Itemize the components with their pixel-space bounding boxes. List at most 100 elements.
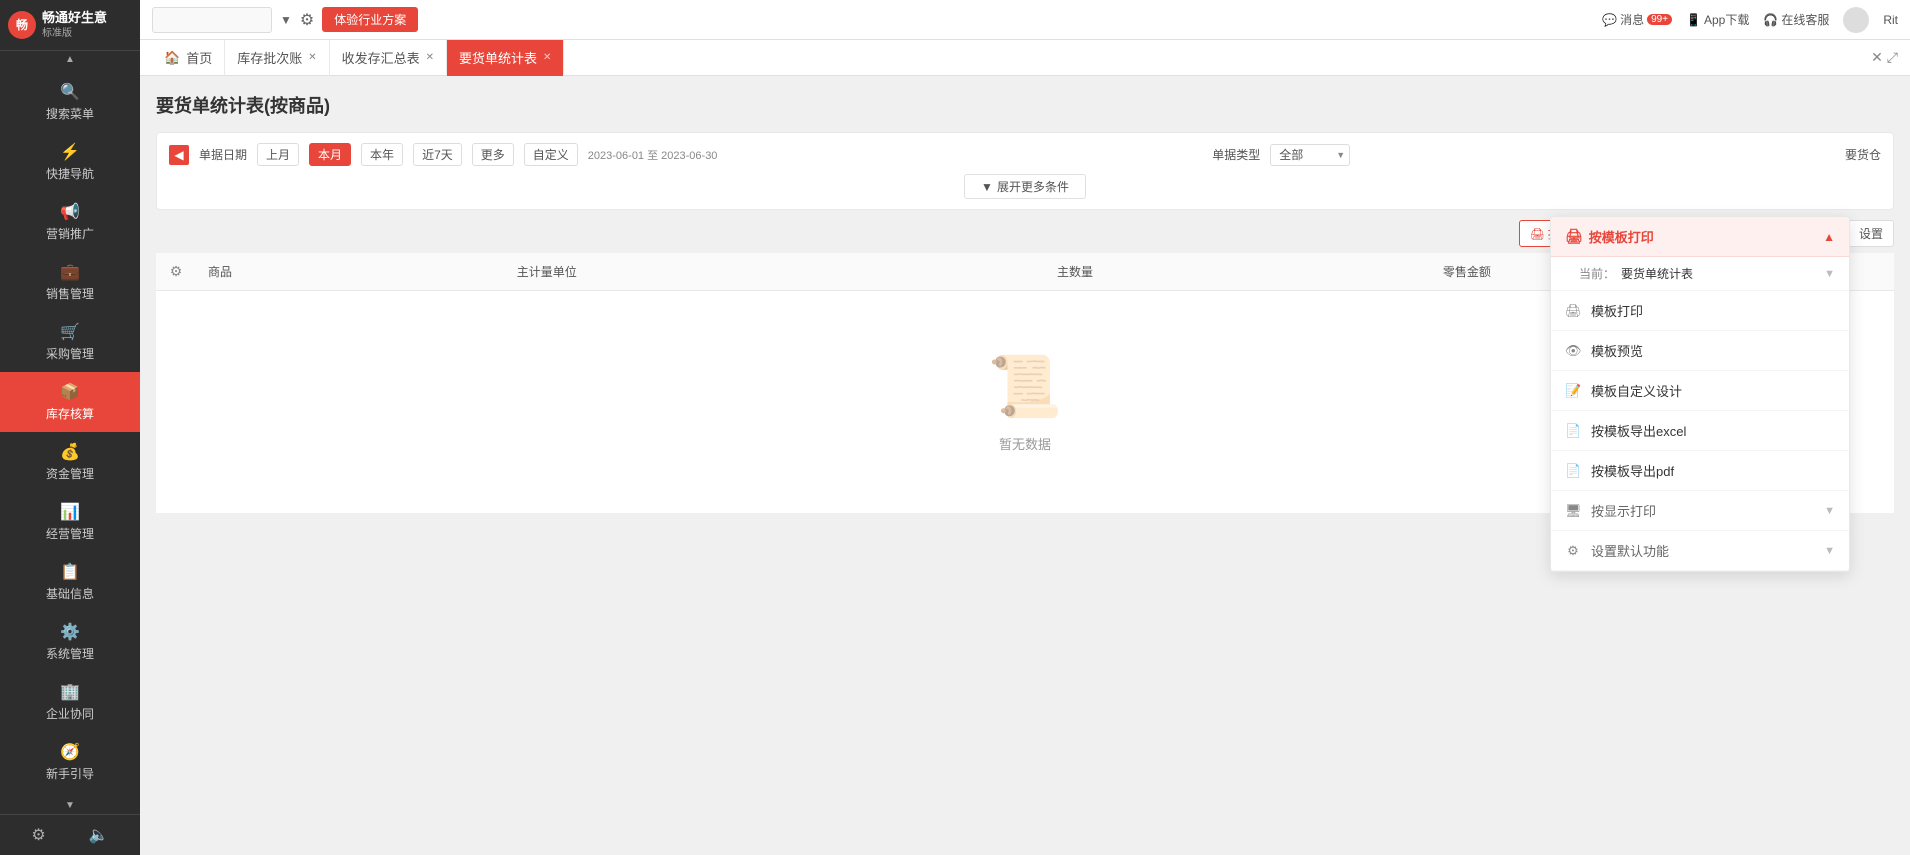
nav-icon-marketing: 📢: [60, 202, 80, 222]
type-select[interactable]: 全部: [1270, 144, 1350, 166]
date-filter-label: 单据日期: [199, 146, 247, 163]
nav-label-corp: 企业协同: [46, 705, 94, 722]
dropdown-template-preview[interactable]: 👁 模板预览: [1551, 331, 1849, 371]
topbar: ▼ ⚙ 体验行业方案 💬 消息 99+ 📱 App下载 🎧 在线客服 Rit: [140, 0, 1910, 40]
this-year-btn[interactable]: 本年: [361, 143, 403, 166]
dropdown-close-chevron[interactable]: ▲: [1823, 230, 1835, 244]
dropdown-header: 🖨 按模板打印 ▲: [1551, 217, 1849, 257]
sidebar-item-system[interactable]: ⚙️ 系统管理: [0, 612, 140, 672]
main-content: ▼ ⚙ 体验行业方案 💬 消息 99+ 📱 App下载 🎧 在线客服 Rit: [140, 0, 1910, 855]
nav-icon-finance: 💰: [60, 442, 80, 462]
nav-label-search: 搜索菜单: [46, 105, 94, 122]
expand-more-btn[interactable]: ▼ 展开更多条件: [964, 174, 1086, 199]
filter-toggle-btn[interactable]: ◀: [169, 145, 189, 165]
sidebar-item-operation[interactable]: 📊 经营管理: [0, 492, 140, 552]
page-title: 要货单统计表(按商品): [156, 92, 1894, 118]
export-pdf-icon: 📄: [1565, 463, 1581, 479]
type-filter-label: 单据类型: [1212, 146, 1260, 163]
trial-button[interactable]: 体验行业方案: [322, 7, 418, 32]
app-logo: 畅 畅通好生意 标准版: [0, 0, 140, 51]
set-default-icon: ⚙: [1565, 543, 1581, 559]
tab-maximize-btn[interactable]: ⤢: [1887, 49, 1898, 66]
nav-label-shortcut: 快捷导航: [46, 165, 94, 182]
search-input[interactable]: [152, 7, 272, 33]
nav-icon-corp: 🏢: [60, 682, 80, 702]
current-template-arrow: ▼: [1824, 268, 1835, 280]
more-date-btn[interactable]: 更多: [472, 143, 514, 166]
nav-icon-sales: 💼: [60, 262, 80, 282]
custom-date-btn[interactable]: 自定义: [524, 143, 578, 166]
tab-collection-summary[interactable]: 收发存汇总表 ✕: [330, 40, 447, 76]
message-btn[interactable]: 💬 消息 99+: [1602, 11, 1672, 28]
sidebar-item-guide[interactable]: 🧭 新手引导: [0, 732, 140, 792]
empty-text: 暂无数据: [999, 434, 1051, 453]
template-preview-icon: 👁: [1565, 343, 1581, 359]
sidebar-item-basic[interactable]: 📋 基础信息: [0, 552, 140, 612]
type-select-wrapper: 全部: [1270, 144, 1350, 166]
sidebar: 畅 畅通好生意 标准版 ▲ 🔍 搜索菜单 ⚡ 快捷导航 📢 营销推广 💼 销售管…: [0, 0, 140, 855]
tab-close-window-btn[interactable]: ✕: [1871, 49, 1883, 66]
topbar-dropdown[interactable]: ▼: [280, 13, 292, 27]
last-7-days-btn[interactable]: 近7天: [413, 143, 462, 166]
dropdown-export-pdf[interactable]: 📄 按模板导出pdf: [1551, 451, 1849, 491]
avatar[interactable]: [1843, 7, 1869, 33]
nav-label-basic: 基础信息: [46, 585, 94, 602]
page-area: 要货单统计表(按商品) ◀ 单据日期 上月 本月 本年 近7天 更多 自定义 2…: [140, 76, 1910, 855]
dropdown-set-default[interactable]: ⚙ 设置默认功能 ▼: [1551, 531, 1849, 571]
home-icon: 🏠: [164, 50, 180, 66]
nav-icon-shortcut: ⚡: [60, 142, 80, 162]
col-unit: 主计量单位: [505, 253, 1045, 291]
sidebar-item-shortcut[interactable]: ⚡ 快捷导航: [0, 132, 140, 192]
empty-icon: 📜: [988, 351, 1063, 422]
tab-home[interactable]: 🏠 要货单统计表(按商品) 首页: [152, 40, 225, 76]
nav-icon-inventory: 📦: [60, 382, 80, 402]
dropdown-template-print[interactable]: 🖨 模板打印: [1551, 291, 1849, 331]
dropdown-template-custom[interactable]: 📝 模板自定义设计: [1551, 371, 1849, 411]
logo-text: 畅通好生意 标准版: [42, 10, 107, 40]
online-service-btn[interactable]: 🎧 在线客服: [1763, 11, 1829, 28]
sidebar-item-appstore[interactable]: 📱 应用中心: [0, 792, 140, 797]
tab-inventory-batch[interactable]: 库存批次账 ✕: [225, 40, 329, 76]
sidebar-item-inventory[interactable]: 📦 库存核算: [0, 372, 140, 432]
sidebar-nav: 🔍 搜索菜单 ⚡ 快捷导航 📢 营销推广 💼 销售管理 🛒 采购管理 📦 库存核…: [0, 68, 140, 797]
tab-collection-summary-close[interactable]: ✕: [426, 52, 434, 63]
export-excel-icon: 📄: [1565, 423, 1581, 439]
dropdown-export-excel[interactable]: 📄 按模板导出excel: [1551, 411, 1849, 451]
printer-header-icon: 🖨: [1565, 228, 1583, 245]
app-download-btn[interactable]: 📱 App下载: [1686, 11, 1749, 28]
nav-label-finance: 资金管理: [46, 465, 94, 482]
sidebar-item-finance[interactable]: 💰 资金管理: [0, 432, 140, 492]
sidebar-item-search[interactable]: 🔍 搜索菜单: [0, 72, 140, 132]
tab-inventory-batch-close[interactable]: ✕: [308, 52, 316, 63]
settings-icon[interactable]: ⚙: [31, 825, 45, 845]
nav-label-system: 系统管理: [46, 645, 94, 662]
logo-icon: 畅: [8, 11, 36, 39]
col-settings[interactable]: ⚙: [156, 253, 196, 291]
speaker-icon[interactable]: 🔈: [89, 825, 109, 845]
gear-icon[interactable]: ⚙: [300, 10, 314, 30]
set-default-arrow: ▼: [1824, 545, 1835, 557]
tab-order-stats[interactable]: 要货单统计表 ✕: [447, 40, 564, 76]
template-custom-icon: 📝: [1565, 383, 1581, 399]
dropdown-display-print[interactable]: 🖥 按显示打印 ▼: [1551, 491, 1849, 531]
this-month-btn[interactable]: 本月: [309, 143, 351, 166]
scroll-up-btn[interactable]: ▲: [0, 51, 140, 68]
settings-btn[interactable]: 设置: [1848, 220, 1894, 247]
sidebar-item-sales[interactable]: 💼 销售管理: [0, 252, 140, 312]
filter-bar: ◀ 单据日期 上月 本月 本年 近7天 更多 自定义 2023-06-01 至 …: [156, 132, 1894, 210]
nav-icon-system: ⚙️: [60, 622, 80, 642]
nav-label-inventory: 库存核算: [46, 405, 94, 422]
sidebar-item-purchase[interactable]: 🛒 采购管理: [0, 312, 140, 372]
date-range: 2023-06-01 至 2023-06-30: [588, 147, 718, 163]
message-icon: 💬: [1602, 13, 1617, 27]
current-template[interactable]: 当前： 要货单统计表 ▼: [1551, 257, 1849, 291]
nav-label-sales: 销售管理: [46, 285, 94, 302]
sidebar-item-marketing[interactable]: 📢 营销推广: [0, 192, 140, 252]
username[interactable]: Rit: [1883, 13, 1898, 27]
tab-order-stats-close[interactable]: ✕: [543, 52, 551, 63]
topbar-left: ▼ ⚙ 体验行业方案: [152, 7, 418, 33]
last-month-btn[interactable]: 上月: [257, 143, 299, 166]
display-print-icon: 🖥: [1565, 503, 1581, 519]
scroll-down-btn[interactable]: ▼: [0, 797, 140, 814]
sidebar-item-corp[interactable]: 🏢 企业协同: [0, 672, 140, 732]
